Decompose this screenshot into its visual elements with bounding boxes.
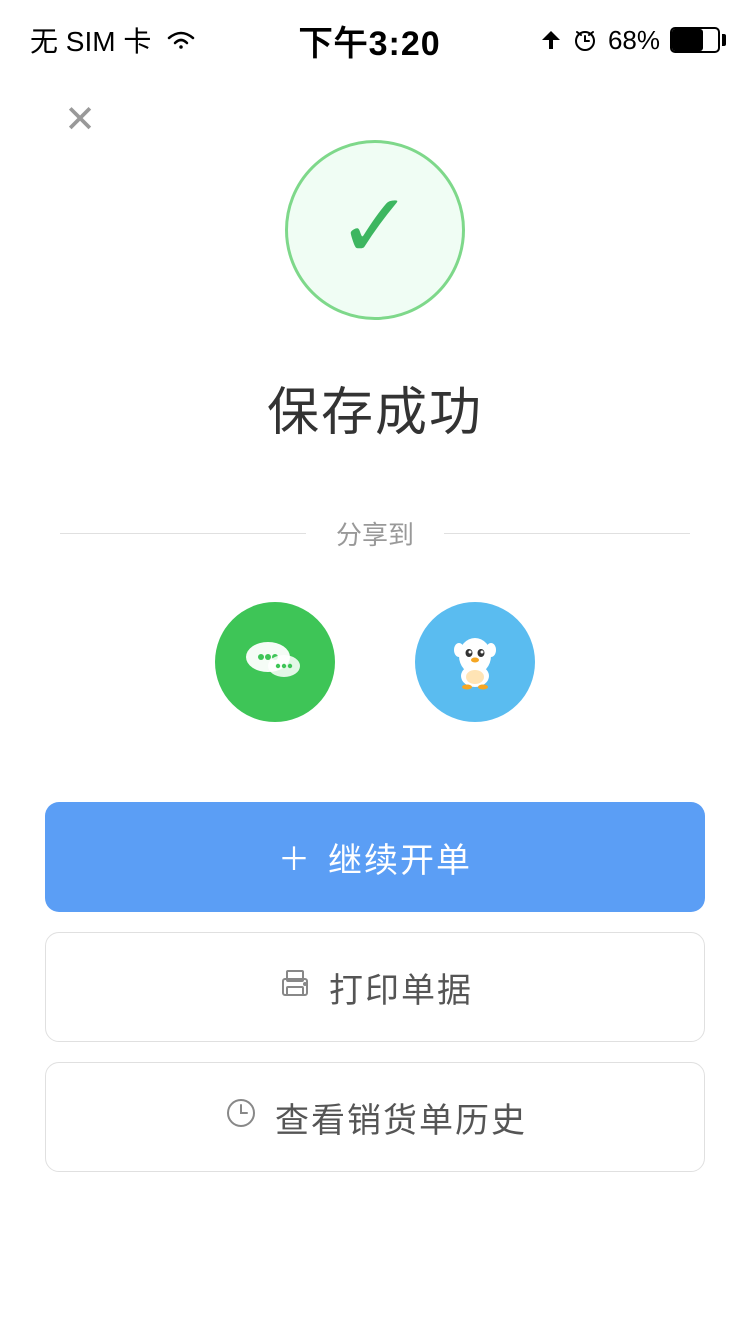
share-divider: 分享到	[0, 515, 750, 552]
continue-button[interactable]: ＋ 继续开单	[45, 802, 705, 912]
success-title: 保存成功	[267, 370, 483, 445]
action-buttons: ＋ 继续开单 打印单据 查看销货单历史	[45, 802, 705, 1172]
qq-icon	[443, 630, 508, 695]
status-bar: 无 SIM 卡 下午3:20 68%	[0, 0, 750, 80]
print-label: 打印单据	[329, 963, 473, 1012]
print-button[interactable]: 打印单据	[45, 932, 705, 1042]
clock-icon	[223, 1095, 259, 1139]
alarm-icon	[572, 27, 598, 53]
status-right: 68%	[540, 25, 720, 56]
carrier-text: 无 SIM 卡	[30, 20, 151, 60]
continue-label: 继续开单	[328, 833, 472, 882]
battery-percentage: 68%	[608, 25, 660, 56]
plus-icon: ＋	[278, 834, 312, 880]
status-carrier: 无 SIM 卡	[30, 20, 199, 60]
qq-share-button[interactable]	[415, 602, 535, 722]
wechat-icon	[240, 627, 310, 697]
close-icon: ✕	[64, 101, 96, 139]
printer-icon	[277, 965, 313, 1009]
checkmark-icon: ✓	[337, 182, 412, 272]
history-label: 查看销货单历史	[275, 1093, 527, 1142]
close-button[interactable]: ✕	[50, 90, 110, 150]
status-time: 下午3:20	[299, 16, 441, 65]
wifi-icon	[163, 27, 199, 53]
share-icons	[215, 602, 535, 722]
main-content: ✓ 保存成功 分享到	[0, 80, 750, 1172]
divider-right	[444, 533, 690, 534]
history-button[interactable]: 查看销货单历史	[45, 1062, 705, 1172]
wechat-share-button[interactable]	[215, 602, 335, 722]
share-label: 分享到	[306, 515, 444, 552]
location-icon	[540, 29, 562, 51]
battery-icon	[670, 27, 720, 53]
divider-left	[60, 533, 306, 534]
success-circle: ✓	[285, 140, 465, 320]
